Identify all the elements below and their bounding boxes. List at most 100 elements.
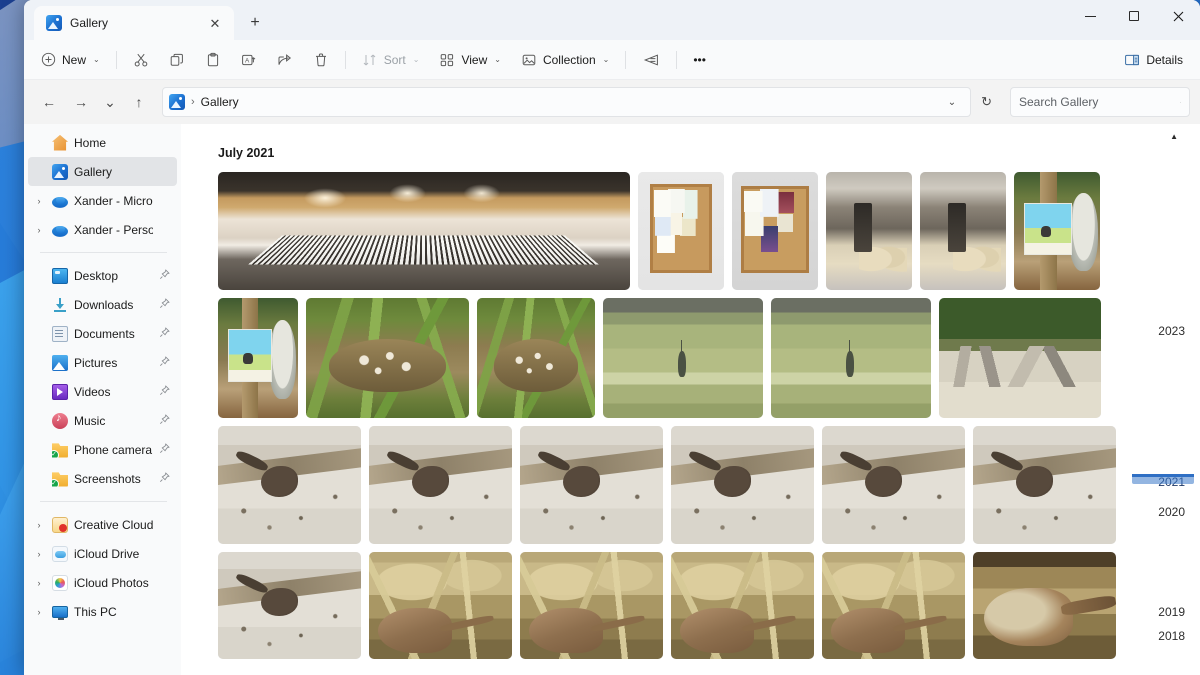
close-window-button[interactable] (1156, 0, 1200, 32)
photo-mill-interior-1[interactable] (826, 172, 912, 290)
photo-sparrow-brush-4[interactable] (822, 552, 965, 659)
this-pc-icon (52, 606, 68, 620)
new-button[interactable]: New ⌄ (32, 45, 109, 75)
sidebar-item-xander-personal[interactable]: › Xander - Personal (28, 215, 177, 244)
year-label-2023[interactable]: 2023 (1158, 324, 1185, 338)
photo-driftwood[interactable] (939, 298, 1101, 418)
photo-sparrow-brush-1[interactable] (369, 552, 512, 659)
cut-button[interactable] (124, 45, 158, 75)
photo-thumbnail (826, 172, 912, 290)
new-tab-button[interactable]: + (240, 8, 270, 38)
sidebar-item-home[interactable]: Home (28, 128, 177, 157)
chevron-right-icon[interactable]: › (32, 520, 46, 530)
photo-sparrow-sand-1[interactable] (218, 426, 361, 544)
sidebar-item-documents[interactable]: Documents (28, 319, 177, 348)
year-label-2018[interactable]: 2018 (1158, 629, 1185, 643)
sidebar-item-music[interactable]: Music (28, 406, 177, 435)
pin-icon[interactable] (159, 297, 171, 312)
navigation-pane[interactable]: Home Gallery › Xander - Microsoft › Xander - … (24, 124, 181, 675)
photo-row (218, 172, 1200, 290)
photo-sparrow-brush-3[interactable] (671, 552, 814, 659)
refresh-button[interactable]: ↻ (973, 94, 1000, 110)
sidebar-item-downloads[interactable]: Downloads (28, 290, 177, 319)
sidebar-item-label: Creative Cloud Files (74, 517, 153, 532)
sidebar-item-this-pc[interactable]: › This PC (28, 597, 177, 626)
paste-button[interactable] (196, 45, 230, 75)
photo-mill-interior-2[interactable] (920, 172, 1006, 290)
copy-button[interactable] (160, 45, 194, 75)
photo-sparrow-closeup[interactable] (973, 552, 1116, 659)
sidebar-item-desktop[interactable]: Desktop (28, 261, 177, 290)
sidebar-item-pictures[interactable]: Pictures (28, 348, 177, 377)
overflow-button[interactable]: ••• (684, 45, 715, 75)
photo-nest-2[interactable] (477, 298, 595, 418)
sidebar-item-screenshots[interactable]: ✓ Screenshots (28, 464, 177, 493)
details-button[interactable]: Details (1115, 45, 1192, 75)
sidebar-item-xander-microsoft[interactable]: › Xander - Microsoft (28, 186, 177, 215)
share-button[interactable] (268, 45, 302, 75)
up-button[interactable]: ↑ (124, 87, 154, 117)
sidebar-item-icloud-photos[interactable]: › iCloud Photos (28, 568, 177, 597)
breadcrumb-gallery[interactable]: Gallery (201, 95, 239, 109)
collection-button[interactable]: Collection ⌄ (512, 45, 618, 75)
year-label-2019[interactable]: 2019 (1158, 605, 1185, 619)
photo-cafe-panorama[interactable] (218, 172, 630, 290)
photo-sparrow-brush-2[interactable] (520, 552, 663, 659)
chevron-right-icon[interactable]: › (32, 549, 46, 559)
maximize-button[interactable] (1112, 0, 1156, 32)
music-icon (52, 412, 68, 429)
sidebar-item-label: iCloud Photos (74, 575, 149, 590)
sidebar-item-videos[interactable]: Videos (28, 377, 177, 406)
photo-field-bird-2[interactable] (771, 298, 931, 418)
scroll-up-icon[interactable]: ▲ (1170, 132, 1178, 141)
view-button[interactable]: View ⌄ (430, 45, 510, 75)
photo-bulletin-board-1[interactable] (638, 172, 724, 290)
sidebar-item-creative-cloud-files[interactable]: › Creative Cloud Files (28, 510, 177, 539)
pin-icon[interactable] (159, 355, 171, 370)
recent-locations-button[interactable]: ⌄ (98, 87, 122, 117)
year-scrollbar[interactable]: ▲ 202320212020201920182016201520142013 (1128, 124, 1200, 675)
tab-gallery[interactable]: Gallery ✕ (34, 6, 234, 40)
details-label: Details (1146, 52, 1183, 67)
chevron-right-icon[interactable]: › (32, 196, 46, 206)
photo-birds-at-work-sign-1[interactable] (1014, 172, 1100, 290)
photo-sparrow-sand-7[interactable] (218, 552, 361, 659)
photo-birds-at-work-sign-2[interactable] (218, 298, 298, 418)
search-input[interactable] (1019, 95, 1174, 109)
pin-icon[interactable] (159, 442, 171, 457)
chevron-right-icon[interactable]: › (32, 607, 46, 617)
rename-button[interactable]: A (232, 45, 266, 75)
delete-button[interactable] (304, 45, 338, 75)
search-box[interactable] (1010, 87, 1190, 117)
filter-icon (644, 53, 659, 66)
chevron-right-icon[interactable]: › (32, 225, 46, 235)
sort-button[interactable]: Sort ⌄ (353, 45, 429, 75)
photo-nest-1[interactable] (306, 298, 469, 418)
forward-button[interactable]: → (66, 87, 96, 117)
pin-icon[interactable] (159, 384, 171, 399)
home-icon (52, 134, 68, 151)
pin-icon[interactable] (159, 268, 171, 283)
minimize-button[interactable] (1068, 0, 1112, 32)
scrollbar-thumb[interactable] (1132, 474, 1194, 484)
chevron-down-icon[interactable]: ⌄ (940, 97, 964, 108)
breadcrumb-bar[interactable]: › Gallery ⌄ (162, 87, 972, 117)
sidebar-item-icloud-drive[interactable]: › iCloud Drive (28, 539, 177, 568)
sidebar-item-phone-camera-rc[interactable]: ✓ Phone camera rc (28, 435, 177, 464)
photo-sparrow-sand-2[interactable] (369, 426, 512, 544)
photo-field-bird-1[interactable] (603, 298, 763, 418)
back-button[interactable]: ← (34, 87, 64, 117)
pin-icon[interactable] (159, 413, 171, 428)
year-label-2020[interactable]: 2020 (1158, 505, 1185, 519)
photo-sparrow-sand-3[interactable] (520, 426, 663, 544)
sidebar-item-gallery[interactable]: Gallery (28, 157, 177, 186)
photo-sparrow-sand-4[interactable] (671, 426, 814, 544)
pin-icon[interactable] (159, 471, 171, 486)
chevron-right-icon[interactable]: › (32, 578, 46, 588)
photo-sparrow-sand-6[interactable] (973, 426, 1116, 544)
pin-icon[interactable] (159, 326, 171, 341)
close-tab-icon[interactable]: ✕ (204, 12, 226, 34)
filter-button[interactable] (633, 45, 669, 75)
photo-sparrow-sand-5[interactable] (822, 426, 965, 544)
photo-bulletin-board-2[interactable] (732, 172, 818, 290)
